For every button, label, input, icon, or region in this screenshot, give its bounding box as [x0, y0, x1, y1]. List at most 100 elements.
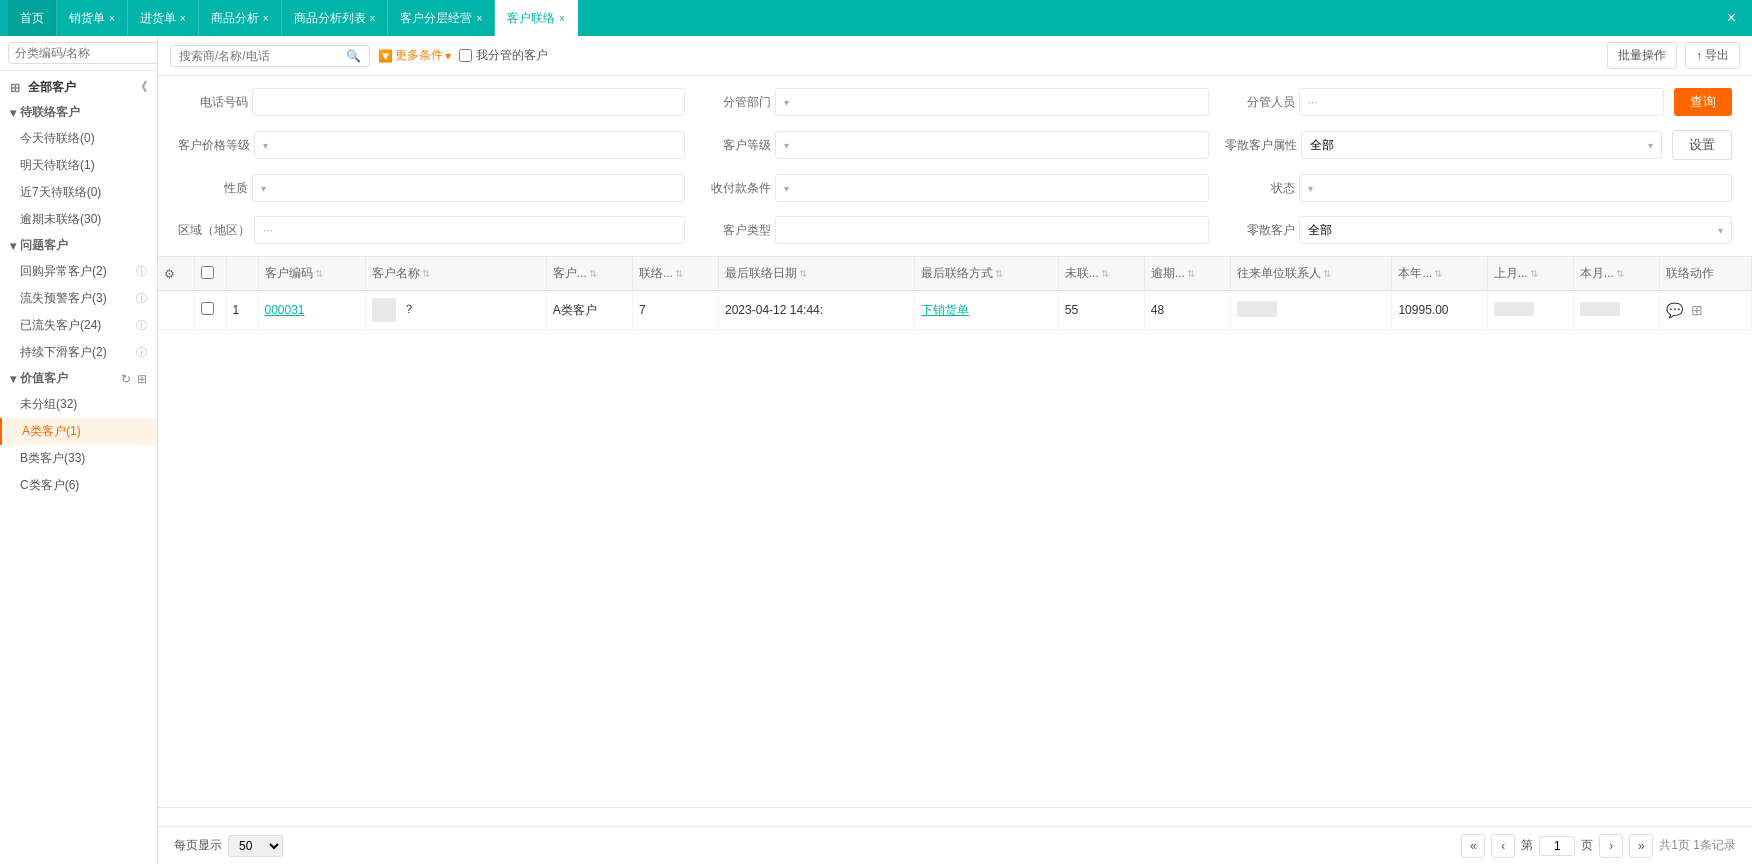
filter-more-btn[interactable]: 🔽 更多条件 ▾ — [378, 47, 451, 64]
sidebar-item-tomorrow[interactable]: 明天待联络(1) — [0, 152, 157, 179]
nav-tab-customer-contact[interactable]: 客户联络 × — [495, 0, 578, 36]
sidebar-item-churn-warning[interactable]: 流失预警客户(3) ⓘ — [0, 285, 157, 312]
nav-tab-goods-analysis-close[interactable]: × — [263, 13, 269, 24]
sidebar-item-churned[interactable]: 已流失客户(24) ⓘ — [0, 312, 157, 339]
th-overdue[interactable]: 逾期... ⇅ — [1144, 257, 1230, 291]
filter-search-icon[interactable]: 🔍 — [346, 49, 361, 63]
sidebar-collapse-icon[interactable]: 《 — [135, 79, 147, 96]
retail-customer-select[interactable]: 全部 ▾ — [1299, 216, 1732, 244]
qr-action-icon[interactable]: ⊞ — [1691, 302, 1703, 318]
filter-search-box[interactable]: 🔍 — [170, 45, 370, 67]
sidebar-search-input[interactable] — [8, 42, 158, 64]
main-layout: 🔍 ⊞ 全部客户 《 ▾ 待联络客户 今天待联络(0) 明天待联络(1) 近7天… — [0, 36, 1752, 864]
nav-tab-goods-list-close[interactable]: × — [370, 13, 376, 24]
manager-input[interactable]: ··· — [1299, 88, 1664, 116]
sidebar-item-a-class[interactable]: A类客户(1) — [0, 418, 157, 445]
export-btn[interactable]: ↑ 导出 — [1685, 42, 1740, 69]
retail-attr-select[interactable]: 全部 ▾ — [1301, 131, 1662, 159]
batch-operation-btn[interactable]: 批量操作 — [1607, 42, 1677, 69]
th-name[interactable]: 客户名称 ⇅ — [365, 257, 546, 291]
sidebar-item-ungrouped[interactable]: 未分组(32) — [0, 391, 157, 418]
select-all-checkbox[interactable] — [201, 266, 214, 279]
prev-page-btn[interactable]: ‹ — [1491, 834, 1515, 858]
th-not-contacted[interactable]: 未联... ⇅ — [1058, 257, 1144, 291]
window-close-icon[interactable]: × — [1719, 9, 1744, 26]
last-page-btn[interactable]: » — [1629, 834, 1653, 858]
th-checkbox[interactable] — [194, 257, 226, 291]
payment-select[interactable]: ▾ — [775, 174, 1208, 202]
th-last-contact-method[interactable]: 最后联络方式 ⇅ — [915, 257, 1058, 291]
row-last-method[interactable]: 下销货单 — [921, 303, 969, 317]
code-sort-icon: ⇅ — [315, 268, 323, 279]
th-unit-contact[interactable]: 往来单位联系人 ⇅ — [1230, 257, 1392, 291]
nav-tab-goods-analysis[interactable]: 商品分析 × — [199, 0, 282, 36]
nav-tab-sales-close[interactable]: × — [109, 13, 115, 24]
nav-tab-customer-contact-close[interactable]: × — [559, 13, 565, 24]
sidebar-item-7days[interactable]: 近7天待联络(0) — [0, 179, 157, 206]
chat-action-icon[interactable]: 💬 — [1666, 302, 1683, 318]
page-number-input[interactable] — [1539, 836, 1575, 856]
sidebar-item-declining[interactable]: 持续下滑客户(2) ⓘ — [0, 339, 157, 366]
price-level-caret: ▾ — [263, 140, 268, 151]
th-settings[interactable]: ⚙ — [158, 257, 194, 291]
filter-search-input[interactable] — [179, 49, 342, 63]
th-last-contact-date[interactable]: 最后联络日期 ⇅ — [719, 257, 915, 291]
th-this-month[interactable]: 本月... ⇅ — [1573, 257, 1659, 291]
td-checkbox[interactable] — [194, 291, 226, 330]
nav-tab-goods-list[interactable]: 商品分析列表 × — [282, 0, 389, 36]
contact-sort-icon: ⇅ — [675, 268, 683, 279]
horizontal-scrollbar[interactable] — [158, 807, 1752, 826]
nav-tab-sales[interactable]: 销货单 × — [57, 0, 128, 36]
td-name[interactable]: ？ — [365, 291, 546, 330]
th-code[interactable]: 客户编码 ⇅ — [258, 257, 365, 291]
nav-tab-sales-label: 销货单 — [69, 10, 105, 27]
td-this-year: 10995.00 — [1392, 291, 1487, 330]
td-code[interactable]: 000031 — [258, 291, 365, 330]
customer-level-select[interactable]: ▾ — [775, 131, 1208, 159]
nav-tab-customer-segment[interactable]: 客户分层经营 × — [388, 0, 495, 36]
sidebar-section-problem[interactable]: ▾ 问题客户 — [0, 233, 157, 258]
th-this-year[interactable]: 本年... ⇅ — [1392, 257, 1487, 291]
sidebar-section-pending[interactable]: ▾ 待联络客户 — [0, 100, 157, 125]
nav-tab-customer-segment-close[interactable]: × — [476, 13, 482, 24]
sidebar-item-overdue[interactable]: 逾期未联络(30) — [0, 206, 157, 233]
nav-tab-purchase-close[interactable]: × — [180, 13, 186, 24]
th-last-month[interactable]: 上月... ⇅ — [1487, 257, 1573, 291]
nav-tab-purchase[interactable]: 进货单 × — [128, 0, 199, 36]
my-customers-checkbox[interactable]: 我分管的客户 — [459, 47, 548, 64]
row-checkbox[interactable] — [201, 302, 214, 315]
first-page-btn[interactable]: « — [1461, 834, 1485, 858]
sidebar-item-repurchase[interactable]: 回购异常客户(2) ⓘ — [0, 258, 157, 285]
region-input[interactable]: ··· — [254, 216, 685, 244]
filter-retail-customer: 零散客户 全部 ▾ — [1217, 212, 1740, 248]
sidebar-item-c-class[interactable]: C类客户(6) — [0, 472, 157, 499]
td-last-contact-method[interactable]: 下销货单 — [915, 291, 1058, 330]
total-records-label: 共1页 1条记录 — [1659, 837, 1736, 854]
status-select[interactable]: ▾ — [1299, 174, 1732, 202]
customer-type-input[interactable] — [775, 216, 1208, 244]
row-this-year: 10995.00 — [1398, 303, 1448, 317]
settings-gear-icon[interactable]: ⚙ — [164, 267, 175, 281]
top-nav-close-btn[interactable]: × — [1719, 9, 1744, 27]
sidebar-item-b-class[interactable]: B类客户(33) — [0, 445, 157, 472]
add-group-icon[interactable]: ⊞ — [137, 372, 147, 386]
next-page-btn[interactable]: › — [1599, 834, 1623, 858]
filter-manager: 分管人员 ··· 查询 — [1217, 84, 1740, 120]
sidebar-all-customers[interactable]: ⊞ 全部客户 《 — [0, 71, 157, 100]
th-level[interactable]: 客户... ⇅ — [546, 257, 632, 291]
dept-select[interactable]: ▾ — [775, 88, 1208, 116]
my-customers-check-input[interactable] — [459, 49, 472, 62]
nav-tab-home[interactable]: 首页 — [8, 0, 57, 36]
row-code[interactable]: 000031 — [265, 303, 305, 317]
query-btn[interactable]: 查询 — [1674, 88, 1732, 116]
settings-btn[interactable]: 设置 — [1672, 130, 1732, 160]
nature-select[interactable]: ▾ — [252, 174, 685, 202]
phone-input[interactable] — [252, 88, 685, 116]
page-size-select[interactable]: 50 100 200 — [228, 835, 283, 857]
price-level-select[interactable]: ▾ — [254, 131, 685, 159]
refresh-icon[interactable]: ↻ — [121, 372, 131, 386]
sidebar-item-today[interactable]: 今天待联络(0) — [0, 125, 157, 152]
sidebar-section-value[interactable]: ▾ 价值客户 — [10, 370, 68, 387]
filter-customer-type: 客户类型 — [693, 212, 1216, 248]
th-contact[interactable]: 联络... ⇅ — [632, 257, 718, 291]
